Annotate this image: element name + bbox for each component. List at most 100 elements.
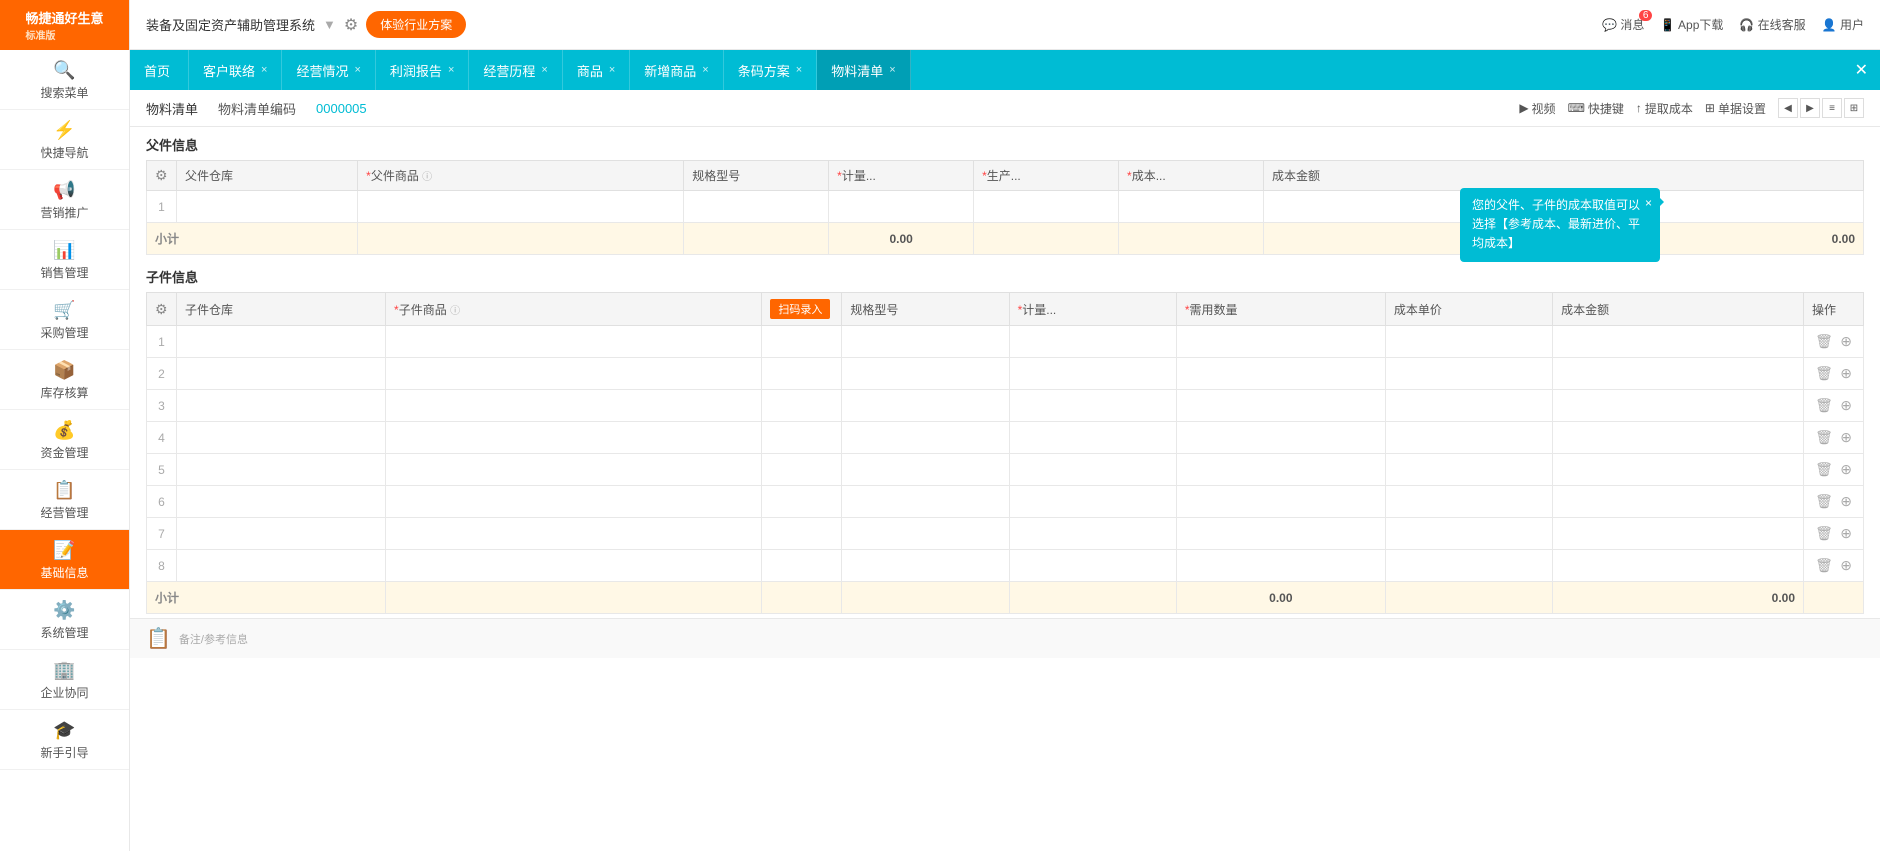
child-row-1-unitcost[interactable] [1385, 326, 1552, 358]
parent-row-1-unit[interactable] [829, 191, 974, 223]
sidebar-item-marketing[interactable]: 📢营销推广 [0, 170, 129, 230]
nav-tab-4[interactable]: 经营历程× [469, 50, 562, 90]
child-row-7-product[interactable] [386, 518, 762, 550]
scan-input-btn[interactable]: 扫码录入 [770, 299, 830, 319]
child-row-5-copy-btn[interactable]: ⊕ [1840, 461, 1852, 477]
child-row-6-delete-btn[interactable]: 🗑 [1815, 493, 1833, 509]
child-row-5-spec[interactable] [842, 454, 1009, 486]
extract-cost-btn[interactable]: ↑ 提取成本 [1636, 100, 1693, 117]
sidebar-item-search[interactable]: 🔍搜索菜单 [0, 50, 129, 110]
nav-tab-5[interactable]: 商品× [563, 50, 630, 90]
sidebar-item-operations[interactable]: 📋经营管理 [0, 470, 129, 530]
child-row-8-delete-btn[interactable]: 🗑 [1815, 557, 1833, 573]
single-settings-btn[interactable]: ⊞ 单据设置 [1705, 100, 1766, 117]
child-row-4-unit[interactable] [1009, 422, 1176, 454]
child-row-6-scan[interactable] [762, 486, 842, 518]
sidebar-item-sales[interactable]: 📊销售管理 [0, 230, 129, 290]
tab-close-4[interactable]: × [541, 64, 547, 76]
child-row-7-amount[interactable] [1553, 518, 1804, 550]
tab-close-1[interactable]: × [261, 64, 267, 76]
tab-close-2[interactable]: × [354, 64, 360, 76]
sidebar-item-finance[interactable]: 💰资金管理 [0, 410, 129, 470]
child-row-6-qty[interactable] [1176, 486, 1385, 518]
child-row-1-amount[interactable] [1553, 326, 1804, 358]
child-row-5-product[interactable] [386, 454, 762, 486]
child-row-4-copy-btn[interactable]: ⊕ [1840, 429, 1852, 445]
child-row-2-unitcost[interactable] [1385, 358, 1552, 390]
child-row-1-unit[interactable] [1009, 326, 1176, 358]
sidebar-item-inventory[interactable]: 📦库存核算 [0, 350, 129, 410]
child-row-3-delete-btn[interactable]: 🗑 [1815, 397, 1833, 413]
child-row-1-product[interactable] [386, 326, 762, 358]
parent-row-1-warehouse[interactable] [177, 191, 358, 223]
child-row-1-delete-btn[interactable]: 🗑 [1815, 333, 1833, 349]
tab-close-5[interactable]: × [609, 64, 615, 76]
child-row-4-spec[interactable] [842, 422, 1009, 454]
nav-tab-2[interactable]: 经营情况× [282, 50, 375, 90]
child-row-6-amount[interactable] [1553, 486, 1804, 518]
child-row-5-scan[interactable] [762, 454, 842, 486]
view-btn[interactable]: ▶ 视频 [1519, 100, 1555, 117]
child-row-7-delete-btn[interactable]: 🗑 [1815, 525, 1833, 541]
child-row-8-warehouse[interactable] [177, 550, 386, 582]
dropdown-arrow[interactable]: ▼ [323, 17, 336, 32]
child-row-6-copy-btn[interactable]: ⊕ [1840, 493, 1852, 509]
child-row-4-scan[interactable] [762, 422, 842, 454]
user-btn[interactable]: 👤 用户 [1822, 16, 1864, 33]
tooltip-close-btn[interactable]: × [1645, 194, 1652, 213]
child-row-5-qty[interactable] [1176, 454, 1385, 486]
child-row-6-spec[interactable] [842, 486, 1009, 518]
child-row-7-qty[interactable] [1176, 518, 1385, 550]
nav-tab-6[interactable]: 新增商品× [630, 50, 723, 90]
child-row-3-unit[interactable] [1009, 390, 1176, 422]
close-all-tabs[interactable]: ✕ [1843, 60, 1880, 80]
settings-gear[interactable]: ⚙ [344, 15, 358, 35]
child-row-6-warehouse[interactable] [177, 486, 386, 518]
child-row-7-unitcost[interactable] [1385, 518, 1552, 550]
app-download-btn[interactable]: 📱 App下载 [1660, 16, 1723, 33]
parent-row-1-product[interactable] [358, 191, 684, 223]
nav-next-btn[interactable]: ▶ [1800, 98, 1820, 118]
child-row-8-copy-btn[interactable]: ⊕ [1840, 557, 1852, 573]
child-row-8-scan[interactable] [762, 550, 842, 582]
child-row-8-unitcost[interactable] [1385, 550, 1552, 582]
child-row-8-qty[interactable] [1176, 550, 1385, 582]
child-row-3-spec[interactable] [842, 390, 1009, 422]
child-row-3-warehouse[interactable] [177, 390, 386, 422]
child-row-2-warehouse[interactable] [177, 358, 386, 390]
child-row-3-product[interactable] [386, 390, 762, 422]
tab-close-3[interactable]: × [448, 64, 454, 76]
parent-gear-icon[interactable]: ⚙ [155, 167, 168, 183]
sidebar-item-newbie[interactable]: 🎓新手引导 [0, 710, 129, 770]
child-row-4-warehouse[interactable] [177, 422, 386, 454]
child-row-2-qty[interactable] [1176, 358, 1385, 390]
child-row-3-copy-btn[interactable]: ⊕ [1840, 397, 1852, 413]
child-row-2-product[interactable] [386, 358, 762, 390]
child-row-3-amount[interactable] [1553, 390, 1804, 422]
nav-tab-1[interactable]: 客户联络× [189, 50, 282, 90]
child-row-4-delete-btn[interactable]: 🗑 [1815, 429, 1833, 445]
online-service-btn[interactable]: 🎧 在线客服 [1739, 16, 1805, 33]
child-gear-icon[interactable]: ⚙ [155, 301, 168, 317]
child-row-2-unit[interactable] [1009, 358, 1176, 390]
nav-tab-0[interactable]: 首页 [130, 50, 189, 90]
child-row-8-product[interactable] [386, 550, 762, 582]
child-row-4-qty[interactable] [1176, 422, 1385, 454]
child-row-5-amount[interactable] [1553, 454, 1804, 486]
sidebar-item-purchase[interactable]: 🛒采购管理 [0, 290, 129, 350]
child-row-3-scan[interactable] [762, 390, 842, 422]
nav-tab-7[interactable]: 条码方案× [724, 50, 817, 90]
nav-tab-3[interactable]: 利润报告× [376, 50, 469, 90]
child-row-8-unit[interactable] [1009, 550, 1176, 582]
tab-close-8[interactable]: × [889, 64, 895, 76]
parent-row-1-produce[interactable] [974, 191, 1119, 223]
tab-close-7[interactable]: × [796, 64, 802, 76]
child-row-8-spec[interactable] [842, 550, 1009, 582]
child-row-3-qty[interactable] [1176, 390, 1385, 422]
child-row-1-spec[interactable] [842, 326, 1009, 358]
child-row-1-warehouse[interactable] [177, 326, 386, 358]
shortcut-btn[interactable]: ⌨ 快捷键 [1568, 100, 1624, 117]
sidebar-item-enterprise[interactable]: 🏢企业协同 [0, 650, 129, 710]
child-row-8-amount[interactable] [1553, 550, 1804, 582]
child-row-1-scan[interactable] [762, 326, 842, 358]
